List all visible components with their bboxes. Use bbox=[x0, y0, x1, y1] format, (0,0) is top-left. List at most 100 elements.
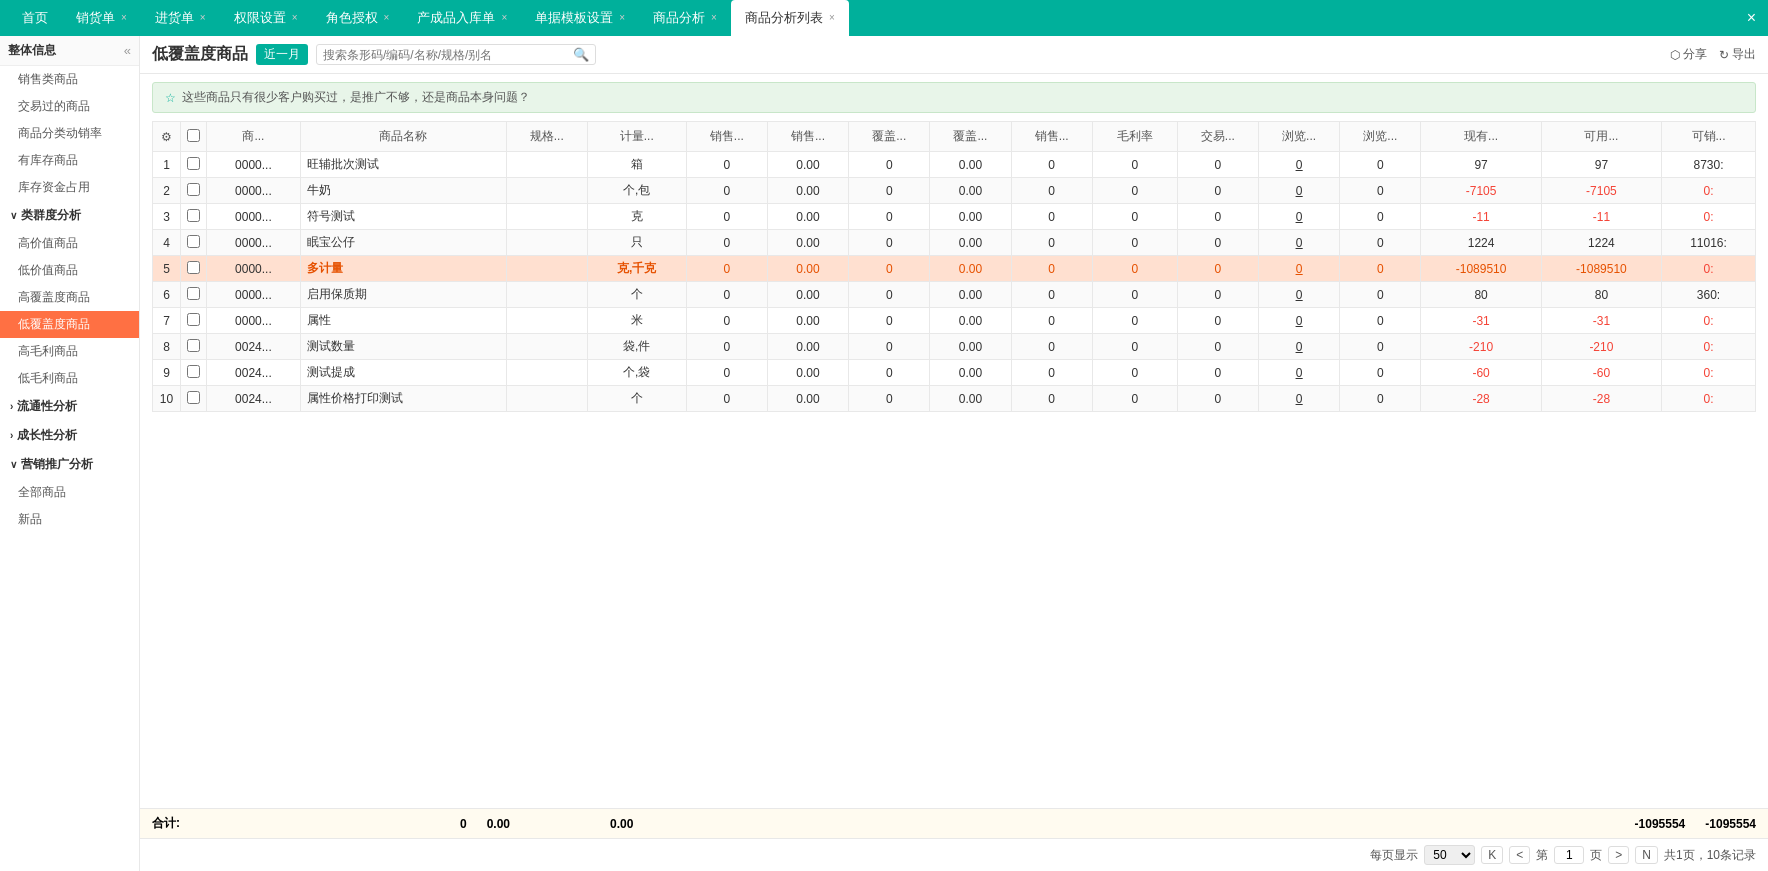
sidebar-item-sales-goods[interactable]: 销售类商品 bbox=[0, 66, 139, 93]
row-checkbox-cell[interactable] bbox=[181, 386, 207, 412]
last-page-button[interactable]: N bbox=[1635, 846, 1658, 864]
table-row: 3 0000... 符号测试 克 0 0.00 0 0.00 0 0 0 0 0… bbox=[153, 204, 1756, 230]
row-checkbox[interactable] bbox=[187, 209, 200, 222]
row-name[interactable]: 符号测试 bbox=[300, 204, 506, 230]
settings-column-header[interactable]: ⚙ bbox=[153, 122, 181, 152]
row-name[interactable]: 测试数量 bbox=[300, 334, 506, 360]
page-size-select[interactable]: 50 100 200 bbox=[1424, 845, 1475, 865]
row-checkbox-cell[interactable] bbox=[181, 178, 207, 204]
select-all-checkbox[interactable] bbox=[187, 129, 200, 142]
row-name[interactable]: 眠宝公仔 bbox=[300, 230, 506, 256]
sidebar-item-in-stock-goods[interactable]: 有库存商品 bbox=[0, 147, 139, 174]
row-checkbox-cell[interactable] bbox=[181, 230, 207, 256]
nav-product-analysis[interactable]: 商品分析 × bbox=[639, 0, 731, 36]
row-checkbox-cell[interactable] bbox=[181, 360, 207, 386]
row-browse1[interactable]: 0 bbox=[1258, 152, 1339, 178]
search-input[interactable] bbox=[323, 48, 573, 62]
row-checkbox[interactable] bbox=[187, 287, 200, 300]
sidebar-collapse-button[interactable]: « bbox=[124, 43, 131, 58]
row-name[interactable]: 旺辅批次测试 bbox=[300, 152, 506, 178]
nav-template-settings[interactable]: 单据模板设置 × bbox=[521, 0, 639, 36]
nav-purchase-order[interactable]: 进货单 × bbox=[141, 0, 220, 36]
checkbox-column-header[interactable] bbox=[181, 122, 207, 152]
row-checkbox[interactable] bbox=[187, 313, 200, 326]
sidebar-item-low-coverage[interactable]: 低覆盖度商品 bbox=[0, 311, 139, 338]
sidebar-item-inventory-capital[interactable]: 库存资金占用 bbox=[0, 174, 139, 201]
row-checkbox[interactable] bbox=[187, 157, 200, 170]
export-button[interactable]: ↻ 导出 bbox=[1719, 46, 1756, 63]
row-checkbox-cell[interactable] bbox=[181, 334, 207, 360]
row-checkbox[interactable] bbox=[187, 365, 200, 378]
sidebar-item-new-goods[interactable]: 新品 bbox=[0, 506, 139, 533]
row-checkbox-cell[interactable] bbox=[181, 256, 207, 282]
sidebar-item-high-value[interactable]: 高价值商品 bbox=[0, 230, 139, 257]
col-header-code: 商... bbox=[207, 122, 301, 152]
row-spec bbox=[506, 152, 587, 178]
row-checkbox[interactable] bbox=[187, 235, 200, 248]
nav-role-auth[interactable]: 角色授权 × bbox=[312, 0, 404, 36]
info-banner: ☆ 这些商品只有很少客户购买过，是推广不够，还是商品本身问题？ bbox=[152, 82, 1756, 113]
sidebar-item-low-margin[interactable]: 低毛利商品 bbox=[0, 365, 139, 392]
search-icon[interactable]: 🔍 bbox=[573, 47, 589, 62]
sidebar-section-header-flow[interactable]: › 流通性分析 bbox=[0, 392, 139, 421]
nav-permission-settings[interactable]: 权限设置 × bbox=[220, 0, 312, 36]
row-browse1[interactable]: 0 bbox=[1258, 256, 1339, 282]
close-icon[interactable]: × bbox=[619, 0, 625, 36]
row-name[interactable]: 启用保质期 bbox=[300, 282, 506, 308]
row-checkbox[interactable] bbox=[187, 339, 200, 352]
close-all-tabs-button[interactable]: × bbox=[1747, 9, 1756, 27]
row-checkbox-cell[interactable] bbox=[181, 204, 207, 230]
row-browse1[interactable]: 0 bbox=[1258, 308, 1339, 334]
close-icon[interactable]: × bbox=[200, 0, 206, 36]
row-name[interactable]: 测试提成 bbox=[300, 360, 506, 386]
close-icon[interactable]: × bbox=[384, 0, 390, 36]
row-browse1[interactable]: 0 bbox=[1258, 334, 1339, 360]
row-browse1[interactable]: 0 bbox=[1258, 204, 1339, 230]
row-gross: 0 bbox=[1092, 360, 1177, 386]
sidebar-item-low-value[interactable]: 低价值商品 bbox=[0, 257, 139, 284]
first-page-button[interactable]: K bbox=[1481, 846, 1503, 864]
row-browse1[interactable]: 0 bbox=[1258, 178, 1339, 204]
row-sales1: 0 bbox=[686, 230, 767, 256]
row-checkbox[interactable] bbox=[187, 183, 200, 196]
page-title: 低覆盖度商品 bbox=[152, 44, 248, 65]
page-number-input[interactable] bbox=[1554, 846, 1584, 864]
row-name[interactable]: 属性 bbox=[300, 308, 506, 334]
nav-product-inbound[interactable]: 产成品入库单 × bbox=[403, 0, 521, 36]
prev-page-button[interactable]: < bbox=[1509, 846, 1530, 864]
sidebar-item-category-sales-rate[interactable]: 商品分类动销率 bbox=[0, 120, 139, 147]
close-icon[interactable]: × bbox=[711, 0, 717, 36]
row-checkbox-cell[interactable] bbox=[181, 308, 207, 334]
close-icon[interactable]: × bbox=[292, 0, 298, 36]
sidebar-section-header-cluster[interactable]: ∨ 类群度分析 bbox=[0, 201, 139, 230]
share-button[interactable]: ⬡ 分享 bbox=[1670, 46, 1707, 63]
row-checkbox-cell[interactable] bbox=[181, 152, 207, 178]
row-checkbox[interactable] bbox=[187, 391, 200, 404]
nav-product-analysis-list[interactable]: 商品分析列表 × bbox=[731, 0, 849, 36]
sidebar-section-header-growth[interactable]: › 成长性分析 bbox=[0, 421, 139, 450]
nav-sales-order[interactable]: 销货单 × bbox=[62, 0, 141, 36]
row-name[interactable]: 多计量 bbox=[300, 256, 506, 282]
close-icon[interactable]: × bbox=[501, 0, 507, 36]
row-cover2: 0.00 bbox=[930, 178, 1011, 204]
row-spec bbox=[506, 386, 587, 412]
row-browse1[interactable]: 0 bbox=[1258, 360, 1339, 386]
period-button[interactable]: 近一月 bbox=[256, 44, 308, 65]
nav-home[interactable]: 首页 bbox=[8, 0, 62, 36]
close-icon[interactable]: × bbox=[829, 0, 835, 36]
row-checkbox-cell[interactable] bbox=[181, 282, 207, 308]
row-unit: 米 bbox=[587, 308, 686, 334]
sidebar-item-high-margin[interactable]: 高毛利商品 bbox=[0, 338, 139, 365]
row-name[interactable]: 属性价格打印测试 bbox=[300, 386, 506, 412]
row-browse1[interactable]: 0 bbox=[1258, 230, 1339, 256]
close-icon[interactable]: × bbox=[121, 0, 127, 36]
sidebar-section-header-marketing[interactable]: ∨ 营销推广分析 bbox=[0, 450, 139, 479]
next-page-button[interactable]: > bbox=[1608, 846, 1629, 864]
row-checkbox[interactable] bbox=[187, 261, 200, 274]
row-name[interactable]: 牛奶 bbox=[300, 178, 506, 204]
sidebar-item-traded-goods[interactable]: 交易过的商品 bbox=[0, 93, 139, 120]
sidebar-item-high-coverage[interactable]: 高覆盖度商品 bbox=[0, 284, 139, 311]
row-browse1[interactable]: 0 bbox=[1258, 282, 1339, 308]
row-browse1[interactable]: 0 bbox=[1258, 386, 1339, 412]
sidebar-item-all-goods[interactable]: 全部商品 bbox=[0, 479, 139, 506]
